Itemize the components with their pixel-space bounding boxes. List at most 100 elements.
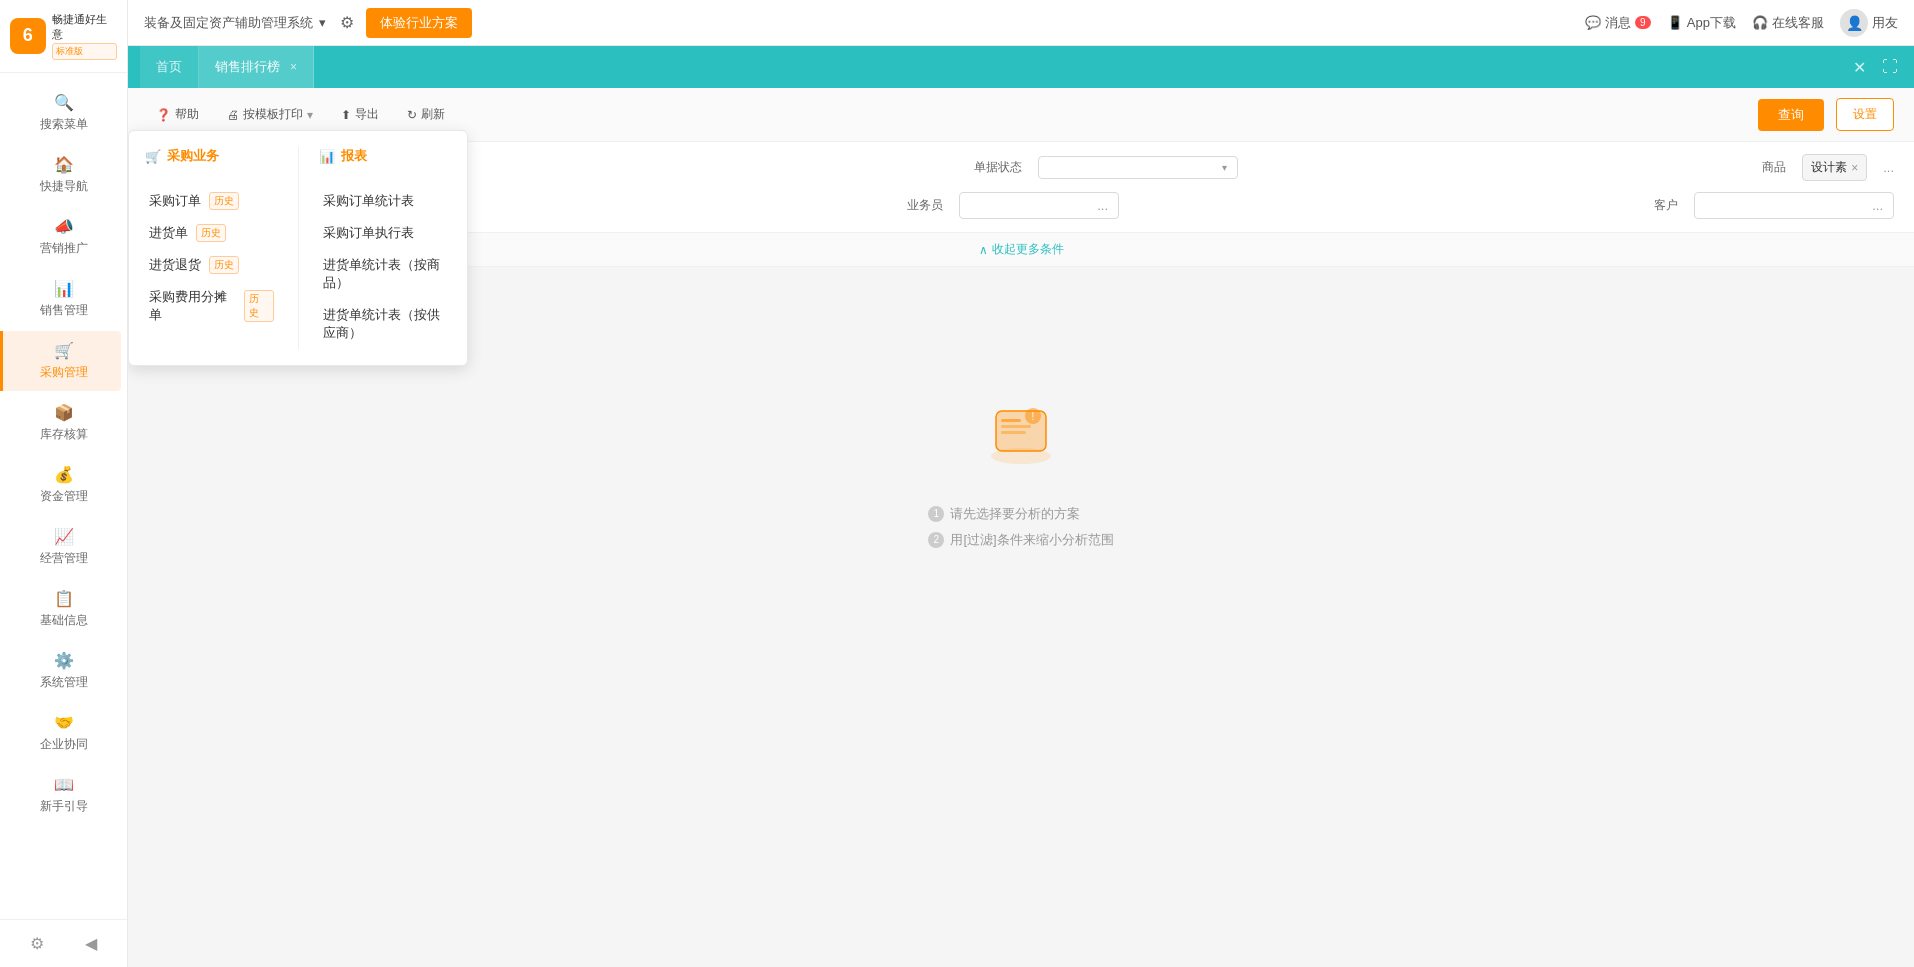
menu-inbound-return[interactable]: 进货退货 历史: [145, 249, 278, 281]
nav-label-0: 搜索菜单: [40, 116, 88, 133]
purchase-section: 🛒 采购业务 采购订单 历史 进货单 历史 进货退货 历史: [145, 147, 278, 349]
inbound-stat-supplier-label: 进货单统计表（按供应商）: [323, 306, 448, 342]
svg-text:!: !: [1032, 411, 1035, 422]
goods-dots[interactable]: ...: [1883, 160, 1894, 175]
tabbar: 首页 销售排行榜 × ✕ ⛶: [128, 46, 1914, 88]
tab-home[interactable]: 首页: [140, 46, 199, 88]
collapse-btn[interactable]: ∧ 收起更多条件: [979, 241, 1064, 258]
refresh-btn[interactable]: ↻ 刷新: [399, 102, 453, 127]
query-btn[interactable]: 查询: [1758, 99, 1824, 131]
sidebar-item-营销推广[interactable]: 📣营销推广: [6, 207, 121, 267]
sidebar-collapse-btn[interactable]: ◀: [81, 930, 101, 957]
dropdown-menu: 🛒 采购业务 采购订单 历史 进货单 历史 进货退货 历史: [128, 130, 468, 366]
goods-tag: 设计素 ×: [1802, 154, 1867, 181]
export-btn[interactable]: ⬆ 导出: [333, 102, 387, 127]
empty-step-2: 2 用[过滤]条件来缩小分析范围: [928, 527, 1113, 553]
menu-purchase-order-exec[interactable]: 采购订单执行表: [319, 217, 452, 249]
menu-purchase-order-stat[interactable]: 采购订单统计表: [319, 185, 452, 217]
sidebar-item-搜索菜单[interactable]: 🔍 搜索菜单: [6, 83, 121, 143]
online-service-item[interactable]: 🎧 在线客服: [1752, 14, 1824, 32]
nav-icon-5: 📦: [54, 403, 74, 422]
nav-icon-0: 🔍: [54, 93, 74, 112]
topbar-settings-icon[interactable]: ⚙: [340, 13, 354, 32]
inbound-history: 历史: [196, 224, 226, 242]
sidebar-item-采购管理[interactable]: 🛒采购管理: [0, 331, 121, 391]
nav-label-9: 系统管理: [40, 674, 88, 691]
inbound-label: 进货单: [149, 224, 188, 242]
salesperson-dots[interactable]: ...: [1097, 198, 1108, 213]
customer-label: 客户: [1654, 197, 1678, 214]
sidebar-item-经营管理[interactable]: 📈经营管理: [6, 517, 121, 577]
sidebar-nav: 🔍 搜索菜单 🏠快捷导航📣营销推广 📊 销售管理 🛒采购管理📦库存核算💰资金管理📈经营管理…: [0, 73, 127, 919]
print-icon: 🖨: [227, 108, 239, 122]
main-area: 装备及固定资产辅助管理系统 ▾ ⚙ 体验行业方案 💬 消息 9 📱 App下载 …: [128, 0, 1914, 967]
menu-inbound-stat-by-supplier[interactable]: 进货单统计表（按供应商）: [319, 299, 452, 349]
tab-close-window-icon[interactable]: ✕: [1849, 54, 1870, 81]
sidebar-item-资金管理[interactable]: 💰资金管理: [6, 455, 121, 515]
topbar-dropdown[interactable]: ▾: [319, 15, 326, 30]
empty-hint-1: 请先选择要分析的方案: [950, 501, 1080, 527]
sidebar-footer: ⚙ ◀: [0, 919, 127, 967]
help-icon: ❓: [156, 108, 171, 122]
nav-label-1: 快捷导航: [40, 178, 88, 195]
goods-tag-close[interactable]: ×: [1851, 161, 1858, 175]
goods-tag-text: 设计素: [1811, 159, 1847, 176]
refresh-icon: ↻: [407, 108, 417, 122]
export-label: 导出: [355, 106, 379, 123]
purchase-expense-label: 采购费用分摊单: [149, 288, 236, 324]
sidebar-item-快捷导航[interactable]: 🏠快捷导航: [6, 145, 121, 205]
menu-inbound[interactable]: 进货单 历史: [145, 217, 278, 249]
tab-maximize-icon[interactable]: ⛶: [1878, 54, 1902, 80]
sidebar-logo[interactable]: 6 畅捷通好生意 标准版: [0, 0, 127, 73]
salesperson-select[interactable]: ...: [959, 192, 1119, 219]
nav-label-10: 企业协同: [40, 736, 88, 753]
sidebar-item-销售管理[interactable]: 📊 销售管理: [6, 269, 121, 329]
sidebar-settings-btn[interactable]: ⚙: [26, 930, 48, 957]
menu-inbound-stat-by-goods[interactable]: 进货单统计表（按商品）: [319, 249, 452, 299]
help-label: 帮助: [175, 106, 199, 123]
print-btn[interactable]: 🖨 按模板打印 ▾: [219, 102, 321, 127]
topbar: 装备及固定资产辅助管理系统 ▾ ⚙ 体验行业方案 💬 消息 9 📱 App下载 …: [128, 0, 1914, 46]
sidebar-item-企业协同[interactable]: 🤝企业协同: [6, 703, 121, 763]
menu-purchase-expense[interactable]: 采购费用分摊单 历史: [145, 281, 278, 331]
purchase-expense-history: 历史: [244, 290, 273, 322]
industry-btn[interactable]: 体验行业方案: [366, 8, 472, 38]
headset-icon: 🎧: [1752, 15, 1768, 30]
sidebar: 6 畅捷通好生意 标准版 🔍 搜索菜单 🏠快捷导航📣营销推广 📊 销售管理 🛒采购管理📦库…: [0, 0, 128, 967]
dropdown-divider: [298, 147, 299, 349]
svg-rect-3: [1001, 425, 1031, 428]
message-item[interactable]: 💬 消息 9: [1585, 14, 1651, 32]
online-service-label: 在线客服: [1772, 14, 1824, 32]
purchase-order-label: 采购订单: [149, 192, 201, 210]
inbound-return-history: 历史: [209, 256, 239, 274]
nav-icon-3: 📊: [54, 279, 74, 298]
message-icon: 💬: [1585, 15, 1601, 30]
nav-label-3: 销售管理: [40, 302, 88, 319]
salesperson-label: 业务员: [907, 197, 943, 214]
customer-select[interactable]: ...: [1694, 192, 1894, 219]
nav-label-7: 经营管理: [40, 550, 88, 567]
purchase-icon: 🛒: [145, 149, 161, 164]
tab-sales-ranking[interactable]: 销售排行榜 ×: [199, 46, 314, 88]
tab-close-icon[interactable]: ×: [290, 60, 297, 74]
customer-dots[interactable]: ...: [1872, 198, 1883, 213]
report-section-title: 📊 报表: [319, 147, 452, 173]
content-area: ❓ 帮助 🖨 按模板打印 ▾ ⬆ 导出 ↻ 刷新 查询 设置: [128, 88, 1914, 967]
user-item[interactable]: 👤 用友: [1840, 9, 1898, 37]
nav-icon-11: 📖: [54, 775, 74, 794]
sidebar-item-基础信息[interactable]: 📋基础信息: [6, 579, 121, 639]
logo-badge: 标准版: [52, 43, 117, 60]
menu-purchase-order[interactable]: 采购订单 历史: [145, 185, 278, 217]
sidebar-item-系统管理[interactable]: ⚙️系统管理: [6, 641, 121, 701]
app-download-item[interactable]: 📱 App下载: [1667, 14, 1736, 32]
help-btn[interactable]: ❓ 帮助: [148, 102, 207, 127]
sidebar-item-库存核算[interactable]: 📦库存核算: [6, 393, 121, 453]
settings-btn[interactable]: 设置: [1836, 98, 1894, 131]
nav-label-11: 新手引导: [40, 798, 88, 815]
voucher-status-select[interactable]: ▾: [1038, 156, 1238, 179]
empty-step-1: 1 请先选择要分析的方案: [928, 501, 1113, 527]
nav-icon-6: 💰: [54, 465, 74, 484]
message-badge: 9: [1635, 16, 1651, 29]
sidebar-item-新手引导[interactable]: 📖 新手引导: [6, 765, 121, 825]
purchase-order-history: 历史: [209, 192, 239, 210]
